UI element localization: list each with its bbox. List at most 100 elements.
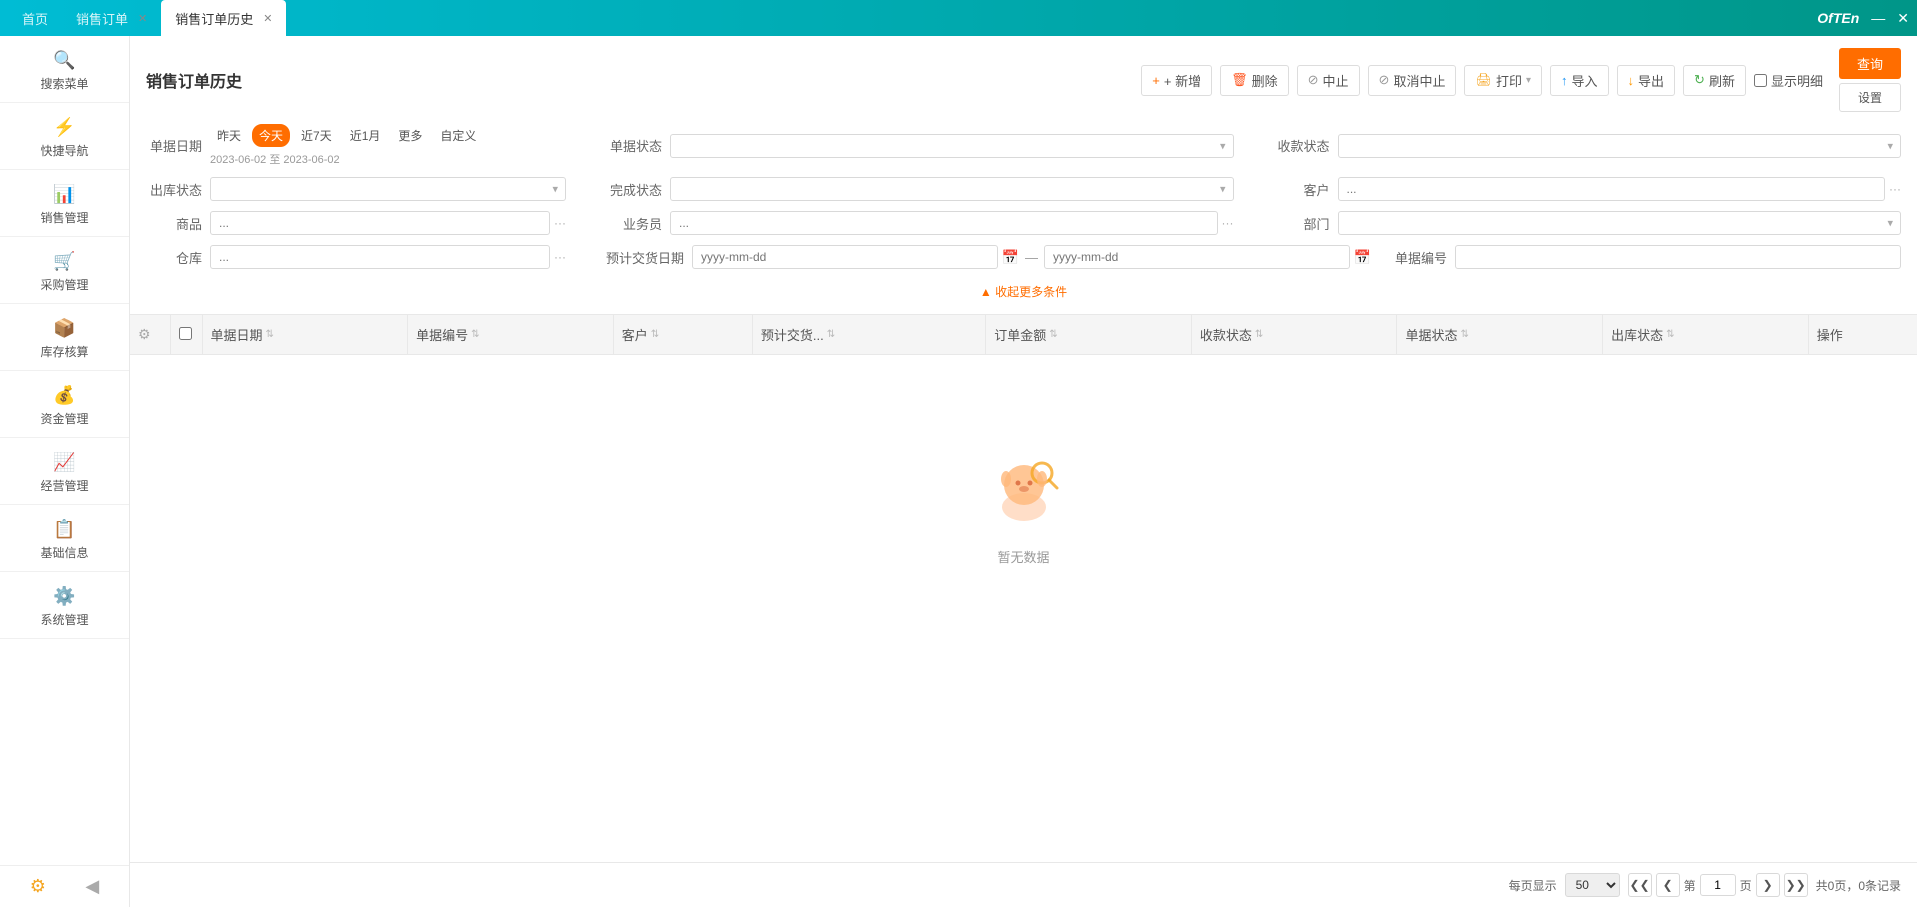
payment-status-select[interactable] xyxy=(1338,134,1902,158)
page-title: 销售订单历史 xyxy=(146,68,242,92)
delete-button[interactable]: 🗑 删除 xyxy=(1220,65,1289,96)
customer-dots[interactable]: ··· xyxy=(1889,182,1901,196)
inventory-icon: 📦 xyxy=(53,318,75,339)
brand-label: OfTEn xyxy=(1817,10,1859,26)
delivery-date-to[interactable] xyxy=(1044,245,1350,269)
import-button[interactable]: ↑ 导入 xyxy=(1550,65,1609,96)
delivery-status-select[interactable] xyxy=(210,177,566,201)
sidebar-item-sales-mgmt-label: 销售管理 xyxy=(40,209,88,226)
page-first-btn[interactable]: ❮❮ xyxy=(1628,873,1652,897)
date-btn-custom[interactable]: 自定义 xyxy=(433,124,483,147)
col-customer[interactable]: 客户 ⇅ xyxy=(613,315,752,355)
col-settings[interactable]: ⚙ xyxy=(130,315,170,355)
filter-area: 单据日期 昨天 今天 近7天 近1月 更多 自定义 2023-06-02 至 2… xyxy=(146,124,1901,314)
page-num-input[interactable] xyxy=(1700,874,1736,896)
sales-mgmt-icon: 📊 xyxy=(53,184,75,205)
sidebar-item-sales-mgmt[interactable]: 📊 销售管理 xyxy=(0,170,129,237)
delivery-date-from[interactable] xyxy=(692,245,998,269)
salesperson-input[interactable] xyxy=(670,211,1218,235)
completion-status-select[interactable] xyxy=(670,177,1234,201)
order-no-label: 单据编号 xyxy=(1391,248,1447,267)
col-order-no[interactable]: 单据编号 ⇅ xyxy=(408,315,614,355)
display-toggle-checkbox[interactable] xyxy=(1754,74,1767,87)
new-button[interactable]: + + 新增 xyxy=(1141,65,1212,96)
sidebar-item-system-label: 系统管理 xyxy=(40,611,88,628)
sidebar-item-search-menu[interactable]: 🔍 搜索菜单 xyxy=(0,36,129,103)
department-select[interactable] xyxy=(1338,211,1902,235)
warehouse-dots[interactable]: ··· xyxy=(554,250,566,264)
per-page-select[interactable]: 50 10 20 100 xyxy=(1565,873,1620,897)
filter-date: 单据日期 昨天 今天 近7天 近1月 更多 自定义 2023-06-02 至 2… xyxy=(146,124,566,167)
date-btn-7days[interactable]: 近7天 xyxy=(294,124,339,147)
delivery-date-to-cal-icon[interactable]: 📅 xyxy=(1354,249,1371,266)
table-header: ⚙ 单据日期 ⇅ 单据编号 xyxy=(130,315,1917,355)
page-prev-btn[interactable]: ❮ xyxy=(1656,873,1680,897)
col-amount[interactable]: 订单金额 ⇅ xyxy=(986,315,1192,355)
cancel-stop-button[interactable]: ⊘ 取消中止 xyxy=(1368,65,1457,96)
top-bar: 首页 销售订单 ✕ 销售订单历史 ✕ OfTEn — ✕ xyxy=(0,0,1917,36)
tab-sales-order-history-close[interactable]: ✕ xyxy=(263,12,272,25)
sidebar-settings-icon[interactable]: ⚙ xyxy=(30,876,46,897)
quick-nav-icon: ⚡ xyxy=(53,117,75,138)
export-icon: ↓ xyxy=(1628,73,1635,88)
goods-dots[interactable]: ··· xyxy=(554,216,566,230)
col-order-status[interactable]: 单据状态 ⇅ xyxy=(1397,315,1603,355)
sidebar-item-system[interactable]: ⚙️ 系统管理 xyxy=(0,572,129,639)
sidebar-item-quick-nav[interactable]: ⚡ 快捷导航 xyxy=(0,103,129,170)
salesperson-dots[interactable]: ··· xyxy=(1222,216,1234,230)
sidebar-item-operations-label: 经营管理 xyxy=(40,477,88,494)
collapse-btn[interactable]: ▲ 收起更多条件 xyxy=(976,279,1071,304)
warehouse-input[interactable] xyxy=(210,245,550,269)
display-toggle[interactable]: 显示明细 xyxy=(1754,71,1823,90)
date-quick-btns: 昨天 今天 近7天 近1月 更多 自定义 xyxy=(210,124,566,147)
date-btn-yesterday[interactable]: 昨天 xyxy=(210,124,248,147)
delivery-date-label: 预计交货日期 xyxy=(606,248,684,267)
sidebar-collapse-icon[interactable]: ◀ xyxy=(85,876,99,897)
stop-icon: ⊘ xyxy=(1308,72,1319,88)
sidebar-item-operations[interactable]: 📈 经营管理 xyxy=(0,438,129,505)
sidebar: 🔍 搜索菜单 ⚡ 快捷导航 📊 销售管理 🛒 采购管理 📦 库存核算 💰 资金管… xyxy=(0,36,130,907)
tab-sales-order-history[interactable]: 销售订单历史 ✕ xyxy=(161,0,286,36)
stop-button[interactable]: ⊘ 中止 xyxy=(1297,65,1360,96)
col-payment-status[interactable]: 收款状态 ⇅ xyxy=(1191,315,1397,355)
date-btn-more[interactable]: 更多 xyxy=(391,124,429,147)
customer-input[interactable] xyxy=(1338,177,1886,201)
topbar-minimize[interactable]: — xyxy=(1871,10,1885,26)
order-no-input[interactable] xyxy=(1455,245,1901,269)
select-all-checkbox[interactable] xyxy=(179,327,192,340)
col-date[interactable]: 单据日期 ⇅ xyxy=(202,315,408,355)
tab-sales-order-close[interactable]: ✕ xyxy=(138,12,147,25)
page-title-row: 销售订单历史 + + 新增 🗑 删除 ⊘ 中止 ⊘ xyxy=(146,48,1901,112)
delivery-date-from-cal-icon[interactable]: 📅 xyxy=(1002,249,1019,266)
page-next-btn[interactable]: ❯ xyxy=(1756,873,1780,897)
tab-sales-order[interactable]: 销售订单 ✕ xyxy=(62,0,161,36)
topbar-close[interactable]: ✕ xyxy=(1897,10,1909,27)
print-icon: 🖨 xyxy=(1475,72,1492,88)
tab-sales-order-history-label: 销售订单历史 xyxy=(175,9,253,28)
page-last-btn[interactable]: ❯❯ xyxy=(1784,873,1808,897)
query-button[interactable]: 查询 xyxy=(1839,48,1901,79)
department-select-wrapper xyxy=(1338,211,1902,235)
sidebar-item-purchase-mgmt[interactable]: 🛒 采购管理 xyxy=(0,237,129,304)
col-payment-status-label: 收款状态 xyxy=(1200,325,1252,344)
sidebar-item-inventory[interactable]: 📦 库存核算 xyxy=(0,304,129,371)
date-btn-today[interactable]: 今天 xyxy=(252,124,290,147)
tab-home[interactable]: 首页 xyxy=(8,0,62,36)
col-delivery-date-sort-icon: ⇅ xyxy=(827,329,835,340)
empty-state: 暂无数据 xyxy=(130,355,1917,646)
settings-button[interactable]: 设置 xyxy=(1839,83,1901,112)
page-label-pre: 第 xyxy=(1684,877,1696,894)
print-button[interactable]: 🖨 打印 ▾ xyxy=(1464,65,1542,96)
col-checkbox[interactable] xyxy=(170,315,202,355)
col-delivery-date[interactable]: 预计交货... ⇅ xyxy=(752,315,985,355)
col-settings-icon[interactable]: ⚙ xyxy=(138,326,151,342)
goods-input[interactable] xyxy=(210,211,550,235)
refresh-button[interactable]: ↻ 刷新 xyxy=(1683,65,1746,96)
export-button[interactable]: ↓ 导出 xyxy=(1617,65,1676,96)
col-delivery-status[interactable]: 出库状态 ⇅ xyxy=(1603,315,1809,355)
completion-status-label: 完成状态 xyxy=(606,180,662,199)
date-btn-1month[interactable]: 近1月 xyxy=(343,124,388,147)
order-status-select[interactable] xyxy=(670,134,1234,158)
sidebar-item-finance[interactable]: 💰 资金管理 xyxy=(0,371,129,438)
sidebar-item-basic-info[interactable]: 📋 基础信息 xyxy=(0,505,129,572)
